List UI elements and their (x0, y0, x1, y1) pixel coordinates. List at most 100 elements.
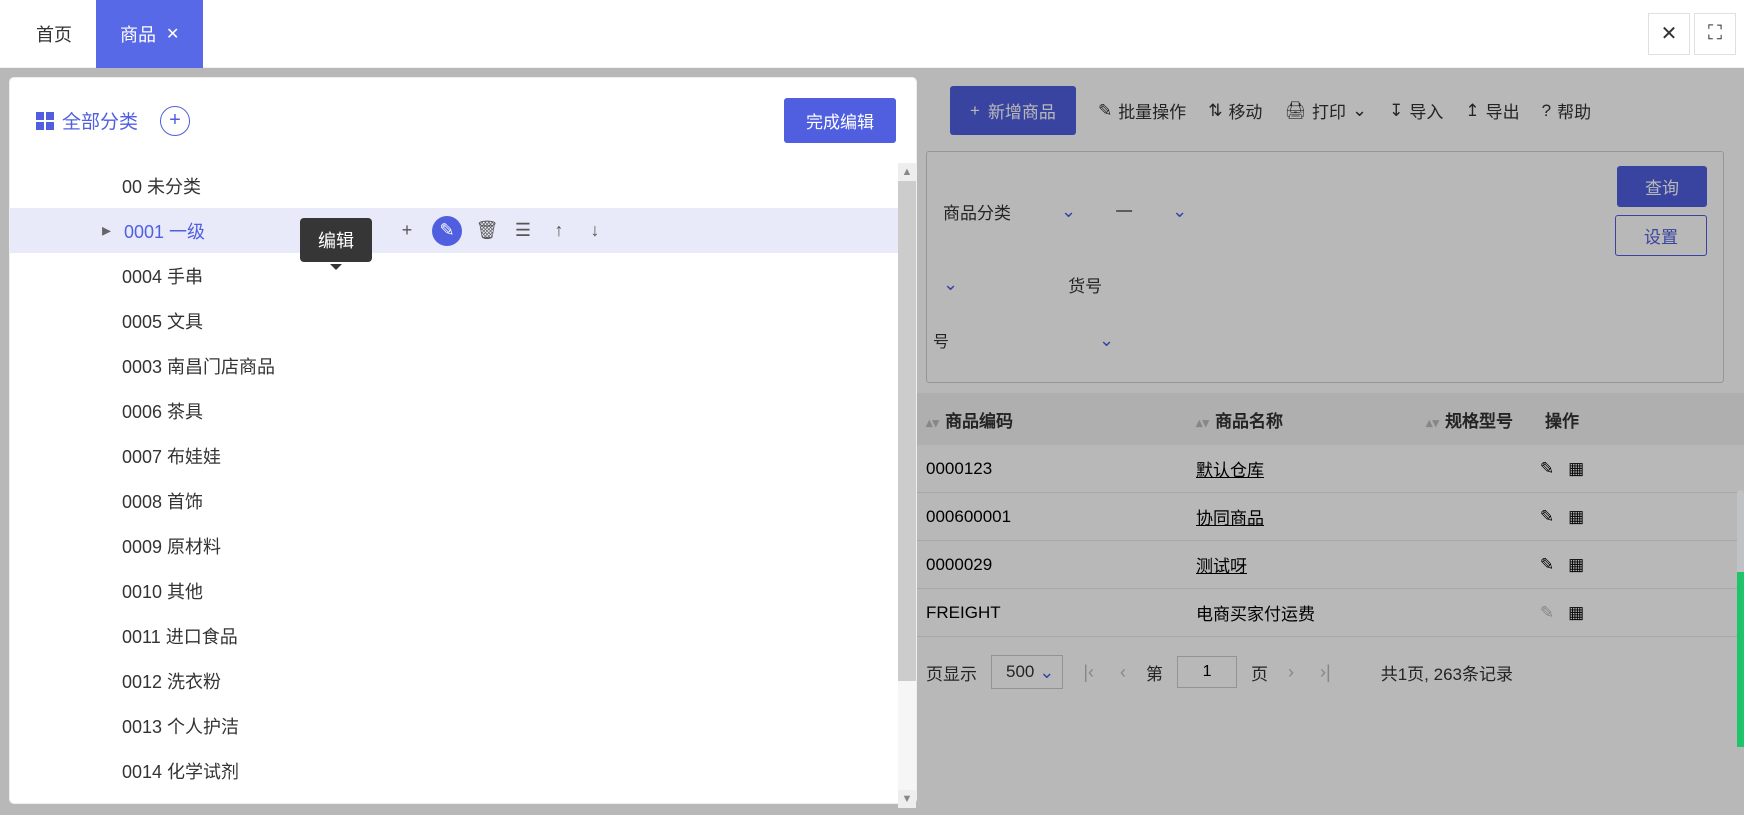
category-label: 0011 进口食品 (122, 623, 238, 649)
table-row[interactable]: 0000029测试呀✎▦ (916, 541, 1744, 589)
chevron-down-icon[interactable]: ⌄ (943, 274, 958, 295)
edit-icon[interactable]: ✎ (1540, 603, 1554, 623)
scrollbar[interactable]: ▲ ▼ (898, 163, 916, 808)
page-size-select[interactable]: 500⌄ (991, 655, 1063, 689)
category-item[interactable]: 0008 首饰 (10, 478, 916, 523)
move-up-icon[interactable]: ↑ (548, 220, 570, 242)
table-row[interactable]: 0000123默认仓库 ✎ ▦ (916, 445, 1744, 493)
more-icon[interactable]: ▦ (1568, 603, 1584, 623)
category-label: 0007 布娃娃 (122, 443, 221, 469)
more-icon[interactable]: ▦ (1568, 507, 1584, 527)
chevron-down-icon[interactable]: ⌄ (1099, 330, 1114, 351)
import-icon: ↧ (1389, 101, 1403, 121)
category-item[interactable]: 0006 茶具 (10, 388, 916, 433)
right-pane: + 新增商品 ✎批量操作 ⇅移动 🖨打印⌄ ↧导入 ↥导出 ?帮助 商品分类 ⌄… (916, 68, 1744, 815)
add-product-button[interactable]: + 新增商品 (950, 86, 1076, 135)
category-label: 0013 个人护洁 (122, 713, 239, 739)
all-categories-heading[interactable]: 全部分类 (36, 107, 138, 134)
cell-name-link[interactable]: 协同商品 (1196, 509, 1264, 528)
scroll-up-icon[interactable]: ▲ (898, 163, 916, 181)
filter-itemno-label: 货号 (1068, 272, 1102, 297)
add-category-button[interactable]: + (160, 106, 190, 136)
page-summary: 共1页, 263条记录 (1381, 660, 1513, 685)
edit-icon[interactable]: ✎ (432, 216, 462, 246)
category-item[interactable]: 0007 布娃娃 (10, 433, 916, 478)
sort-icon: ⇅ (1208, 101, 1222, 121)
query-button[interactable]: 查询 (1617, 166, 1707, 207)
category-item[interactable]: 0009 原材料 (10, 523, 916, 568)
sort-icon[interactable]: ▴▾ (1196, 415, 1209, 430)
more-icon[interactable]: ▦ (1568, 459, 1584, 479)
cell-name-link[interactable]: 测试呀 (1196, 557, 1247, 576)
edit-icon: ✎ (1098, 101, 1112, 121)
main-toolbar: + 新增商品 ✎批量操作 ⇅移动 🖨打印⌄ ↧导入 ↥导出 ?帮助 (916, 68, 1744, 145)
category-item[interactable]: 00 未分类 (10, 163, 916, 208)
filter-panel: 商品分类 ⌄ — ⌄ 查询 设置 ⌄ 货号 号 ⌄ (926, 151, 1724, 383)
category-label: 00 未分类 (122, 173, 201, 199)
first-page-button[interactable]: |‹ (1077, 662, 1100, 683)
last-page-button[interactable]: ›| (1314, 662, 1337, 683)
pager: 页显示 500⌄ |‹ ‹ 第 页 › ›| 共1页, 263条记录 (916, 637, 1744, 707)
next-page-button[interactable]: › (1282, 662, 1300, 683)
close-icon[interactable]: ✕ (166, 24, 179, 44)
cell-code: 0000123 (916, 459, 1196, 479)
category-item[interactable]: 0011 进口食品 (10, 613, 916, 658)
cell-code: 000600001 (916, 507, 1196, 527)
category-item[interactable]: ▸0001 一级+✎🗑☰↑↓ (10, 208, 916, 253)
import-button[interactable]: ↧导入 (1389, 98, 1443, 123)
category-item[interactable]: 0014 化学试剂 (10, 748, 916, 793)
scroll-down-icon[interactable]: ▼ (898, 790, 916, 808)
tooltip: 编辑 (300, 218, 372, 262)
caret-right-icon: ▸ (102, 220, 111, 241)
cell-code: FREIGHT (916, 603, 1196, 623)
finish-edit-button[interactable]: 完成编辑 (784, 98, 896, 143)
category-item[interactable]: 0003 南昌门店商品 (10, 343, 916, 388)
category-item[interactable]: 0012 洗衣粉 (10, 658, 916, 703)
category-item[interactable]: 0005 文具 (10, 298, 916, 343)
move-button[interactable]: ⇅移动 (1208, 98, 1262, 123)
page-label: 第 (1146, 660, 1163, 685)
more-icon[interactable]: ▦ (1568, 555, 1584, 575)
page-input[interactable] (1177, 656, 1237, 688)
category-label: 0008 首饰 (122, 488, 203, 514)
print-button[interactable]: 🖨打印⌄ (1284, 98, 1367, 123)
settings-button[interactable]: 设置 (1615, 215, 1707, 256)
prev-page-button[interactable]: ‹ (1114, 662, 1132, 683)
export-button[interactable]: ↥导出 (1465, 98, 1519, 123)
sort-icon[interactable]: ▴▾ (926, 415, 939, 430)
tab-product[interactable]: 商品 ✕ (96, 0, 203, 68)
chevron-down-icon: ⌄ (1352, 100, 1367, 121)
category-label: 0005 文具 (122, 308, 203, 334)
category-label: 0003 南昌门店商品 (122, 353, 275, 379)
tab-home[interactable]: 首页 (12, 0, 96, 68)
category-item[interactable]: 0004 手串 (10, 253, 916, 298)
archive-icon[interactable]: ☰ (512, 220, 534, 242)
cell-name: 电商买家付运费 (1196, 605, 1315, 624)
grid-icon (36, 112, 54, 130)
scrollbar-thumb[interactable] (898, 181, 916, 681)
category-list: 00 未分类▸0001 一级+✎🗑☰↑↓0004 手串0005 文具0003 南… (10, 163, 916, 808)
all-categories-label: 全部分类 (62, 107, 138, 134)
category-item[interactable]: 0010 其他 (10, 568, 916, 613)
filter-category-label: 商品分类 (943, 199, 1011, 224)
sort-icon[interactable]: ▴▾ (1426, 415, 1439, 430)
table-row[interactable]: FREIGHT电商买家付运费 ✎ ▦ (916, 589, 1744, 637)
export-icon: ↥ (1465, 101, 1479, 121)
fullscreen-icon[interactable]: ⛶ (1694, 13, 1736, 55)
edit-icon[interactable]: ✎ (1540, 507, 1554, 527)
table-row[interactable]: 000600001协同商品 ✎ ▦ (916, 493, 1744, 541)
edit-icon[interactable]: ✎ (1540, 459, 1554, 479)
chevron-down-icon[interactable]: ⌄ (1061, 201, 1076, 222)
add-child-icon[interactable]: + (396, 220, 418, 242)
batch-button[interactable]: ✎批量操作 (1098, 98, 1186, 123)
category-label: 0009 原材料 (122, 533, 221, 559)
edit-icon[interactable]: ✎ (1540, 555, 1554, 575)
cell-name-link[interactable]: 默认仓库 (1196, 461, 1264, 480)
category-item[interactable]: 0013 个人护洁 (10, 703, 916, 748)
close-all-icon[interactable]: ✕ (1648, 13, 1690, 55)
help-button[interactable]: ?帮助 (1542, 98, 1591, 123)
table-header: ▴▾商品编码 ▴▾商品名称 ▴▾规格型号 操作 (916, 393, 1744, 445)
move-down-icon[interactable]: ↓ (584, 220, 606, 242)
chevron-down-icon[interactable]: ⌄ (1172, 201, 1187, 222)
delete-icon[interactable]: 🗑 (476, 220, 498, 242)
